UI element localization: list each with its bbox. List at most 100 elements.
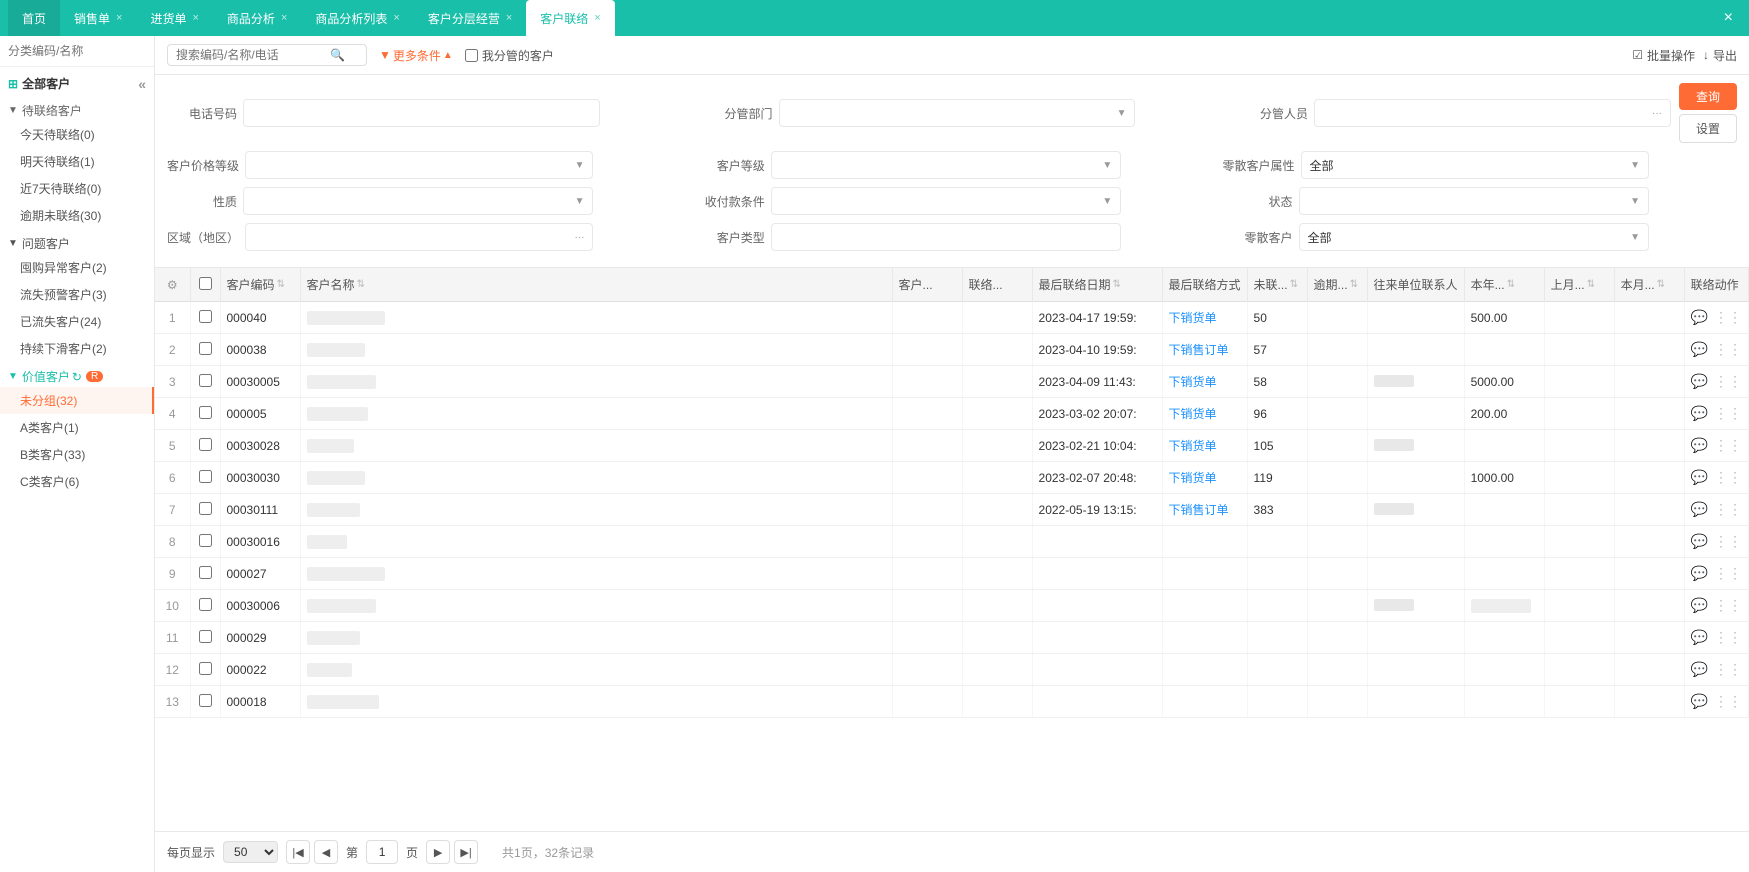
phone-action-icon[interactable]: 💬 bbox=[1691, 693, 1708, 710]
collapse-icon[interactable]: « bbox=[138, 76, 146, 92]
close-icon-customer-layer[interactable]: × bbox=[506, 12, 512, 24]
next-page-button[interactable]: ▶ bbox=[426, 840, 450, 864]
phone-action-icon[interactable]: 💬 bbox=[1691, 405, 1708, 422]
row-checkbox[interactable] bbox=[190, 366, 220, 398]
nav-item-product-list[interactable]: 商品分析列表 × bbox=[301, 0, 413, 36]
sidebar-item-churn-warning[interactable]: 流失预警客户(3) bbox=[0, 281, 154, 308]
customer-level-select[interactable]: ▼ bbox=[771, 151, 1121, 179]
group-waiting[interactable]: ▼ 待联络客户 bbox=[0, 96, 154, 121]
phone-action-icon[interactable]: 💬 bbox=[1691, 533, 1708, 550]
th-checkbox[interactable] bbox=[190, 268, 220, 302]
row-last-method[interactable] bbox=[1162, 526, 1247, 558]
method-link[interactable]: 下销货单 bbox=[1169, 375, 1217, 389]
my-customers-checkbox[interactable]: 我分管的客户 bbox=[465, 47, 554, 64]
row-checkbox[interactable] bbox=[190, 334, 220, 366]
row-checkbox[interactable] bbox=[190, 558, 220, 590]
phone-action-icon[interactable]: 💬 bbox=[1691, 309, 1708, 326]
my-customers-check[interactable] bbox=[465, 49, 478, 62]
phone-action-icon[interactable]: 💬 bbox=[1691, 661, 1708, 678]
sort-icon-pending[interactable]: ⇅ bbox=[1290, 279, 1298, 290]
sidebar-search-input[interactable] bbox=[8, 44, 155, 58]
row-checkbox[interactable] bbox=[190, 494, 220, 526]
sort-icon-year[interactable]: ⇅ bbox=[1507, 279, 1515, 290]
sort-icon-name[interactable]: ⇅ bbox=[357, 279, 365, 290]
row-checkbox[interactable] bbox=[190, 654, 220, 686]
nav-item-sales[interactable]: 销售单 × bbox=[60, 0, 136, 36]
phone-action-icon[interactable]: 💬 bbox=[1691, 469, 1708, 486]
status-select[interactable]: ▼ bbox=[1299, 187, 1649, 215]
method-link[interactable]: 下销售订单 bbox=[1169, 343, 1229, 357]
row-checkbox[interactable] bbox=[190, 398, 220, 430]
sort-icon-lastmonth[interactable]: ⇅ bbox=[1587, 279, 1595, 290]
last-page-button[interactable]: ▶| bbox=[454, 840, 478, 864]
row-checkbox[interactable] bbox=[190, 430, 220, 462]
more-action-icon[interactable]: ⋮⋮ bbox=[1714, 501, 1742, 518]
retail-select[interactable]: 全部 ▼ bbox=[1299, 223, 1649, 251]
all-customers-header[interactable]: ⊞ 全部客户 « bbox=[0, 67, 154, 96]
sidebar-item-hoarding[interactable]: 囤购异常客户(2) bbox=[0, 254, 154, 281]
more-action-icon[interactable]: ⋮⋮ bbox=[1714, 661, 1742, 678]
nature-select[interactable]: ▼ bbox=[243, 187, 593, 215]
query-button[interactable]: 查询 bbox=[1679, 83, 1737, 110]
row-checkbox[interactable] bbox=[190, 686, 220, 718]
row-last-method[interactable]: 下销售订单 bbox=[1162, 334, 1247, 366]
row-last-method[interactable]: 下销货单 bbox=[1162, 430, 1247, 462]
phone-action-icon[interactable]: 💬 bbox=[1691, 373, 1708, 390]
price-level-select[interactable]: ▼ bbox=[245, 151, 593, 179]
more-action-icon[interactable]: ⋮⋮ bbox=[1714, 533, 1742, 550]
row-last-method[interactable]: 下销货单 bbox=[1162, 302, 1247, 334]
search-input[interactable] bbox=[176, 48, 326, 62]
phone-action-icon[interactable]: 💬 bbox=[1691, 501, 1708, 518]
dept-select[interactable]: ▼ bbox=[779, 99, 1136, 127]
close-all-button[interactable]: × bbox=[1716, 9, 1741, 27]
row-last-method[interactable] bbox=[1162, 590, 1247, 622]
close-icon-sales[interactable]: × bbox=[116, 12, 122, 24]
more-action-icon[interactable]: ⋮⋮ bbox=[1714, 405, 1742, 422]
reset-button[interactable]: 设置 bbox=[1679, 114, 1737, 143]
nav-item-home[interactable]: 首页 bbox=[8, 0, 60, 36]
row-checkbox[interactable] bbox=[190, 622, 220, 654]
select-all-checkbox[interactable] bbox=[199, 277, 212, 290]
row-checkbox[interactable] bbox=[190, 462, 220, 494]
row-last-method[interactable] bbox=[1162, 558, 1247, 590]
export-button[interactable]: ↓ 导出 bbox=[1703, 47, 1737, 64]
nav-item-customer-layer[interactable]: 客户分层经营 × bbox=[414, 0, 526, 36]
customer-type-select[interactable] bbox=[771, 223, 1121, 251]
method-link[interactable]: 下销售订单 bbox=[1169, 503, 1229, 517]
phone-action-icon[interactable]: 💬 bbox=[1691, 437, 1708, 454]
group-problem[interactable]: ▼ 问题客户 bbox=[0, 229, 154, 254]
more-conditions-button[interactable]: ▼ 更多条件 ▲ bbox=[379, 47, 453, 64]
sort-icon-thismonth[interactable]: ⇅ bbox=[1657, 279, 1665, 290]
phone-action-icon[interactable]: 💬 bbox=[1691, 629, 1708, 646]
phone-input[interactable] bbox=[243, 99, 600, 127]
row-last-method[interactable]: 下销货单 bbox=[1162, 366, 1247, 398]
row-last-method[interactable]: 下销货单 bbox=[1162, 398, 1247, 430]
row-last-method[interactable] bbox=[1162, 622, 1247, 654]
row-checkbox[interactable] bbox=[190, 526, 220, 558]
more-action-icon[interactable]: ⋮⋮ bbox=[1714, 309, 1742, 326]
more-action-icon[interactable]: ⋮⋮ bbox=[1714, 341, 1742, 358]
first-page-button[interactable]: |◀ bbox=[286, 840, 310, 864]
group-value[interactable]: ▼ 价值客户 ↻ R bbox=[0, 362, 154, 387]
sort-icon-date[interactable]: ⇅ bbox=[1113, 279, 1121, 290]
nav-item-purchase[interactable]: 进货单 × bbox=[136, 0, 212, 36]
row-last-method[interactable]: 下销售订单 bbox=[1162, 494, 1247, 526]
nav-item-product-analysis[interactable]: 商品分析 × bbox=[213, 0, 301, 36]
batch-operate-button[interactable]: ☑ 批量操作 bbox=[1632, 47, 1695, 64]
method-link[interactable]: 下销货单 bbox=[1169, 311, 1217, 325]
close-icon-product-list[interactable]: × bbox=[393, 12, 399, 24]
sidebar-item-lost[interactable]: 已流失客户(24) bbox=[0, 308, 154, 335]
close-icon-customer-contact[interactable]: × bbox=[594, 12, 600, 24]
row-checkbox[interactable] bbox=[190, 302, 220, 334]
sidebar-item-today[interactable]: 今天待联络(0) bbox=[0, 121, 154, 148]
method-link[interactable]: 下销货单 bbox=[1169, 407, 1217, 421]
row-last-method[interactable] bbox=[1162, 654, 1247, 686]
refresh-icon[interactable]: ↻ bbox=[72, 370, 82, 384]
close-icon-purchase[interactable]: × bbox=[192, 12, 198, 24]
more-action-icon[interactable]: ⋮⋮ bbox=[1714, 437, 1742, 454]
gear-icon[interactable]: ⚙ bbox=[167, 278, 178, 292]
phone-action-icon[interactable]: 💬 bbox=[1691, 597, 1708, 614]
phone-action-icon[interactable]: 💬 bbox=[1691, 565, 1708, 582]
more-action-icon[interactable]: ⋮⋮ bbox=[1714, 469, 1742, 486]
region-select[interactable]: ··· bbox=[245, 223, 593, 251]
